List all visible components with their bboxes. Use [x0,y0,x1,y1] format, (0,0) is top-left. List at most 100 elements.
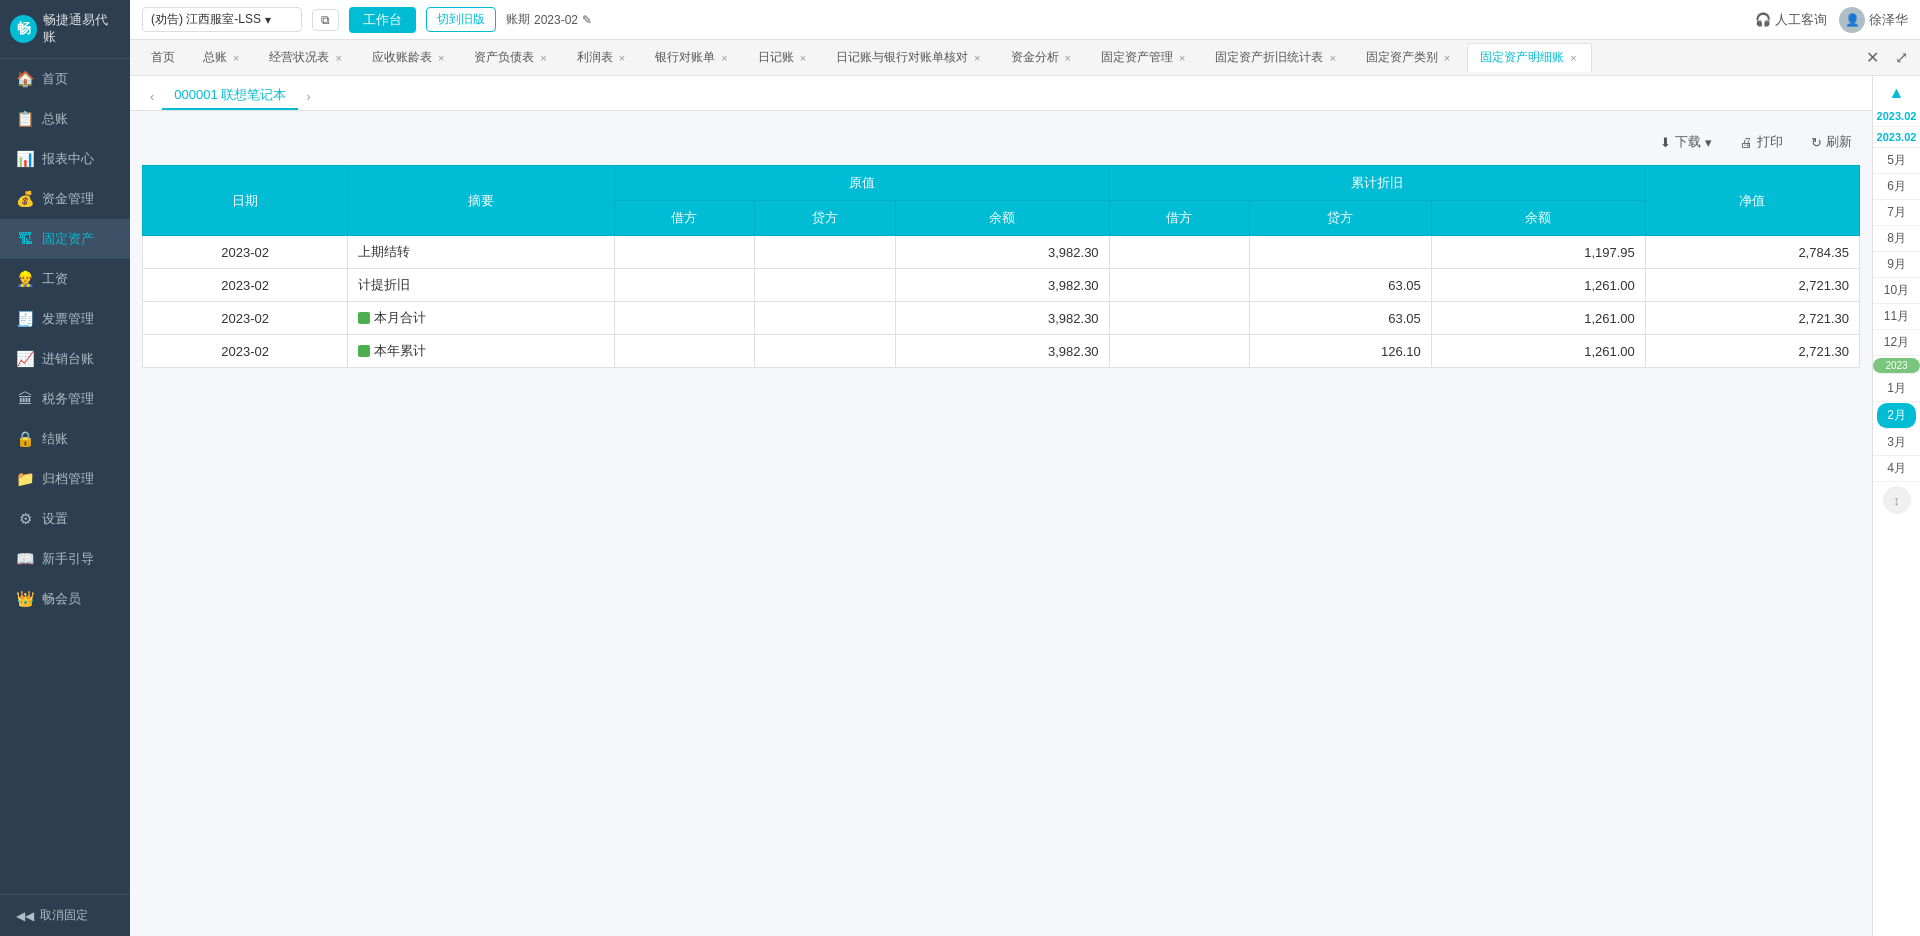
tab-close-2[interactable]: × [333,51,343,65]
tab-close-6[interactable]: × [719,51,729,65]
table-toolbar: ⬇ 下载 ▾ 🖨 打印 ↻ 刷新 [142,123,1860,165]
sidebar-icon-13: 👑 [16,590,34,608]
sidebar-item-税务管理[interactable]: 🏛税务管理 [0,379,130,419]
sub-tab-label: 000001 联想笔记本 [174,87,286,102]
tab-close-11[interactable]: × [1327,51,1337,65]
right-panel-month-7[interactable]: 7月 [1873,200,1920,226]
sidebar-icon-0: 🏠 [16,70,34,88]
cell-dep-credit-2: 63.05 [1250,302,1432,335]
right-panel-month-5[interactable]: 5月 [1873,148,1920,174]
right-panel-month-8[interactable]: 8月 [1873,226,1920,252]
sidebar-item-发票管理[interactable]: 🧾发票管理 [0,299,130,339]
cell-dep-debit-3 [1109,335,1250,368]
tab-close-4[interactable]: × [538,51,548,65]
maximize-button[interactable]: ⤢ [1891,46,1912,69]
cell-orig-debit-1 [614,269,755,302]
sidebar-icon-12: 📖 [16,550,34,568]
scroll-hint[interactable]: ↕ [1883,486,1911,514]
tab-close-13[interactable]: × [1568,51,1578,65]
sidebar-item-资金管理[interactable]: 💰资金管理 [0,179,130,219]
refresh-button[interactable]: ↻ 刷新 [1803,129,1860,155]
right-panel-month-3[interactable]: 3月 [1873,430,1920,456]
sidebar-label-3: 资金管理 [42,190,94,208]
cell-orig-credit-0 [755,236,896,269]
tab-9[interactable]: 资金分析× [998,43,1086,72]
tab-8[interactable]: 日记账与银行对账单核对 × [823,43,995,72]
right-panel-month-11[interactable]: 11月 [1873,304,1920,330]
edit-period-icon[interactable]: ✎ [582,13,592,27]
sidebar-item-工资[interactable]: 👷工资 [0,259,130,299]
sidebar-item-固定资产[interactable]: 🏗固定资产 [0,219,130,259]
sidebar-item-总账[interactable]: 📋总账 [0,99,130,139]
tab-5[interactable]: 利润表× [564,43,640,72]
close-all-tabs-button[interactable]: ✕ [1862,46,1883,69]
tab-3[interactable]: 应收账龄表 × [359,43,459,72]
right-panel-month-2-current[interactable]: 2月 [1877,403,1916,429]
tab-close-5[interactable]: × [617,51,627,65]
copy-button[interactable]: ⧉ [312,9,339,31]
switch-version-button[interactable]: 切到旧版 [426,7,496,32]
right-panel-month-6[interactable]: 6月 [1873,174,1920,200]
download-label: 下载 [1675,133,1701,151]
cell-orig-balance-3: 3,982.30 [895,335,1109,368]
sidebar-item-结账[interactable]: 🔒结账 [0,419,130,459]
tab-close-9[interactable]: × [1063,51,1073,65]
tab-4[interactable]: 资产负债表 × [461,43,561,72]
right-panel-month-10[interactable]: 10月 [1873,278,1920,304]
sidebar-item-首页[interactable]: 🏠首页 [0,59,130,99]
sidebar-item-报表中心[interactable]: 📊报表中心 [0,139,130,179]
sidebar-label-12: 新手引导 [42,550,94,568]
pin-icon: ◀◀ [16,909,34,923]
cell-date-2: 2023-02 [143,302,348,335]
download-button[interactable]: ⬇ 下载 ▾ [1652,129,1720,155]
right-panel-month-4[interactable]: 4月 [1873,456,1920,482]
tab-label-4: 资产负债表 [474,49,534,66]
tab-11[interactable]: 固定资产折旧统计表× [1202,43,1350,72]
tab-12[interactable]: 固定资产类别× [1353,43,1465,72]
user-menu[interactable]: 👤 徐泽华 [1839,7,1908,33]
tab-close-7[interactable]: × [798,51,808,65]
tab-close-3[interactable]: × [436,51,446,65]
sidebar-item-畅会员[interactable]: 👑畅会员 [0,579,130,619]
tab-2[interactable]: 经营状况表 × [256,43,356,72]
sidebar-item-新手引导[interactable]: 📖 新手引导 [0,539,130,579]
right-panel-month-12[interactable]: 12月 [1873,330,1920,356]
sidebar-item-设置[interactable]: ⚙设置 [0,499,130,539]
cell-date-3: 2023-02 [143,335,348,368]
sidebar-item-归档管理[interactable]: 📁归档管理 [0,459,130,499]
tab-7[interactable]: 日记账× [745,43,821,72]
cell-net-value-3: 2,721.30 [1645,335,1859,368]
support-link[interactable]: 🎧 人工客询 [1755,11,1827,29]
company-selector[interactable]: (劝告) 江西服室-LSS ▾ [142,7,302,32]
cell-dep-credit-0 [1250,236,1432,269]
tab-close-1[interactable]: × [231,51,241,65]
th-dep-balance: 余额 [1431,201,1645,236]
sub-tab-asset[interactable]: 000001 联想笔记本 [162,82,298,110]
tab-1[interactable]: 总账× [190,43,254,72]
tab-label-3: 应收账龄表 [372,49,432,66]
sidebar-pin-toggle[interactable]: ◀◀ 取消固定 [0,894,130,936]
sub-tab-next[interactable]: › [302,89,314,104]
print-label: 打印 [1757,133,1783,151]
tab-close-12[interactable]: × [1442,51,1452,65]
app-name: 畅捷通易代账 [43,12,120,46]
right-panel-month-9[interactable]: 9月 [1873,252,1920,278]
sidebar-item-进销台账[interactable]: 📈进销台账 [0,339,130,379]
sub-tab-prev[interactable]: ‹ [146,89,158,104]
tab-label-2: 经营状况表 [269,49,329,66]
tab-6[interactable]: 银行对账单× [642,43,742,72]
scroll-up-button[interactable]: ▲ [1885,80,1909,106]
print-icon: 🖨 [1740,135,1753,150]
tab-13[interactable]: 固定资产明细账× [1467,43,1591,72]
sidebar-label-11: 设置 [42,510,68,528]
tab-close-10[interactable]: × [1177,51,1187,65]
tab-close-8[interactable]: × [972,51,982,65]
tab-0[interactable]: 首页 [138,43,188,72]
sidebar-icon-6: 🧾 [16,310,34,328]
right-panel-month-1[interactable]: 1月 [1873,376,1920,402]
workbench-button[interactable]: 工作台 [349,7,416,33]
print-button[interactable]: 🖨 打印 [1732,129,1791,155]
cell-orig-debit-0 [614,236,755,269]
tab-10[interactable]: 固定资产管理× [1088,43,1200,72]
tab-label-8: 日记账与银行对账单核对 [836,49,968,66]
